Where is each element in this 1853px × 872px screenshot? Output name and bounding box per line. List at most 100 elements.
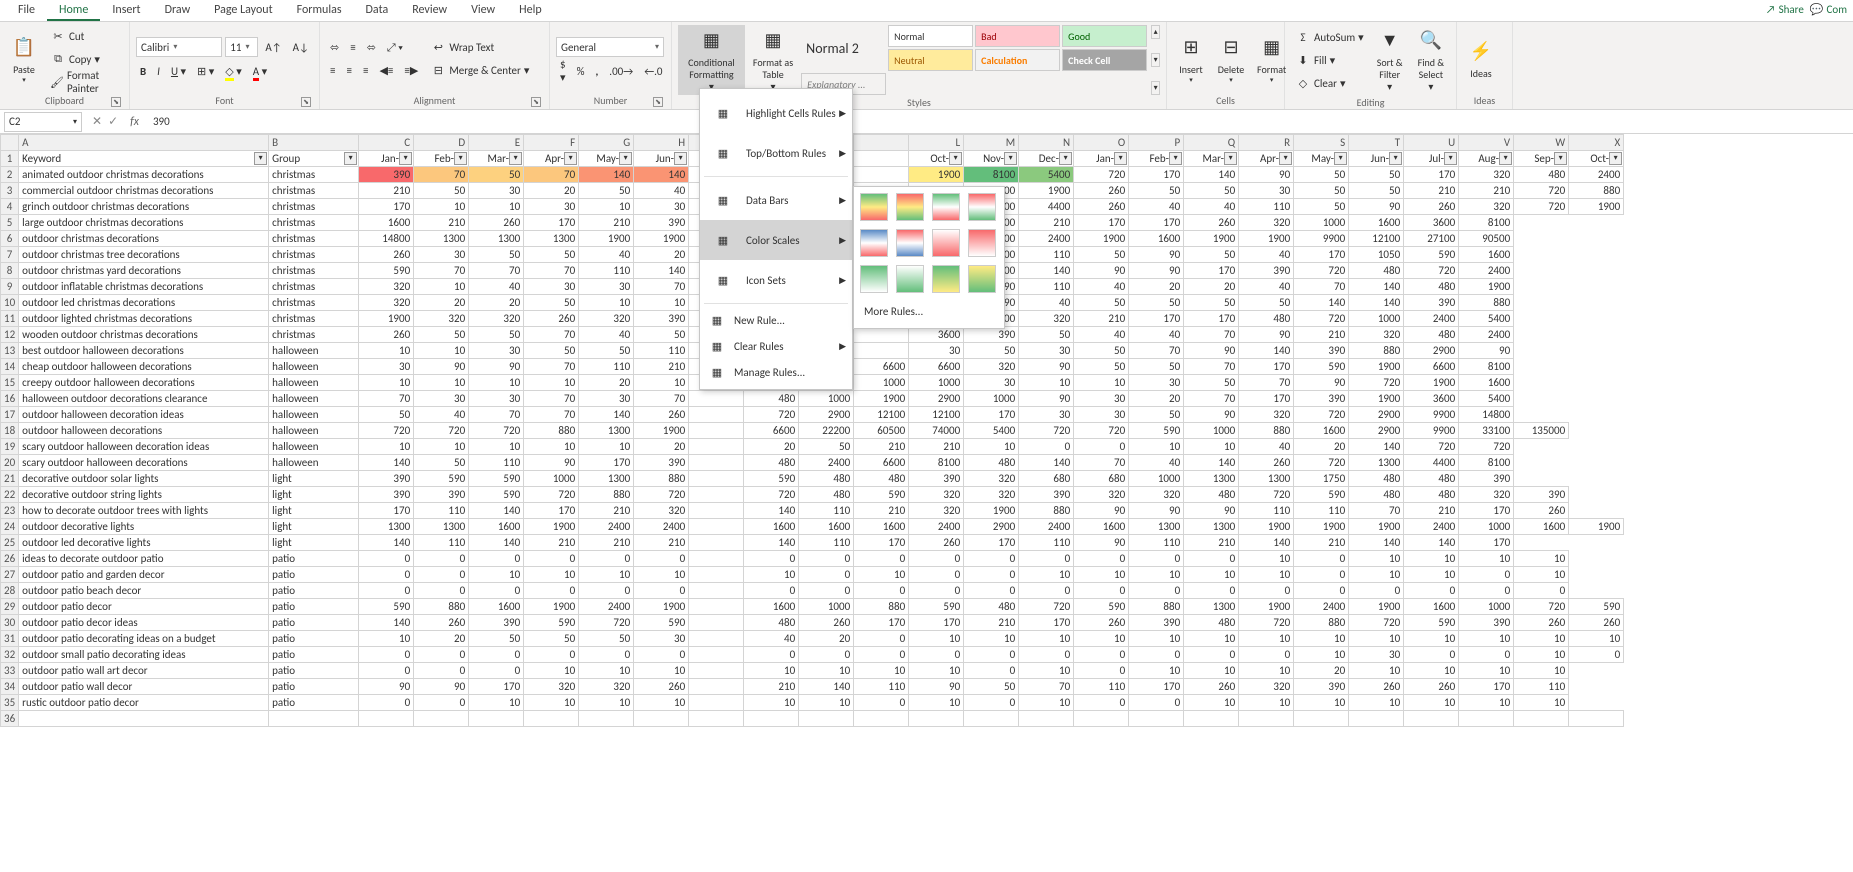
cell[interactable]: 30 (1129, 375, 1184, 391)
cell[interactable]: 210 (579, 535, 634, 551)
cell[interactable]: 140 (1294, 295, 1349, 311)
cell[interactable]: 170 (1129, 679, 1184, 695)
cell[interactable]: decorative outdoor solar lights (19, 471, 269, 487)
cell[interactable]: 720 (414, 423, 469, 439)
cell[interactable]: 40 (1074, 327, 1129, 343)
tab-insert[interactable]: Insert (100, 0, 152, 21)
cell[interactable]: 0 (359, 583, 414, 599)
bold-button[interactable]: B (136, 63, 150, 80)
cell[interactable] (1514, 711, 1569, 727)
cell[interactable]: christmas (269, 247, 359, 263)
cell[interactable]: 210 (1074, 311, 1129, 327)
cell[interactable]: 2400 (1459, 327, 1514, 343)
cell[interactable] (1569, 711, 1624, 727)
cell[interactable]: 480 (744, 391, 799, 407)
cell[interactable]: 0 (414, 551, 469, 567)
cell[interactable]: 10 (414, 199, 469, 215)
name-box[interactable]: C2▾ (4, 112, 82, 132)
cell[interactable]: 1600 (1459, 247, 1514, 263)
row-header-1[interactable]: 1 (1, 151, 19, 167)
cell[interactable]: 1900 (1294, 519, 1349, 535)
cell[interactable]: 880 (414, 599, 469, 615)
col-header-M[interactable]: M (964, 135, 1019, 151)
row-header-18[interactable]: 18 (1, 423, 19, 439)
cell[interactable]: 170 (469, 679, 524, 695)
cell[interactable]: 10 (1349, 631, 1404, 647)
field-header[interactable]: Aug-18▾ (1459, 151, 1514, 167)
cell[interactable]: 0 (359, 647, 414, 663)
cell[interactable]: 60500 (854, 423, 909, 439)
cell[interactable]: 320 (909, 503, 964, 519)
cell[interactable]: 10 (1019, 567, 1074, 583)
cell[interactable]: 480 (1514, 167, 1569, 183)
cell[interactable]: outdoor patio decorating ideas on a budg… (19, 631, 269, 647)
col-header-X[interactable]: X (1569, 135, 1624, 151)
cell[interactable]: 90 (1349, 199, 1404, 215)
cell[interactable]: 720 (1459, 439, 1514, 455)
cell[interactable]: 50 (579, 183, 634, 199)
decrease-indent-button[interactable]: ◀≡ (375, 62, 397, 79)
cell[interactable]: 210 (1294, 327, 1349, 343)
cell[interactable]: 50 (1184, 295, 1239, 311)
cell[interactable]: 50 (1129, 183, 1184, 199)
cell[interactable]: 10 (909, 663, 964, 679)
cell[interactable]: 210 (1294, 535, 1349, 551)
cell[interactable]: 10 (414, 279, 469, 295)
cell[interactable]: 2900 (964, 519, 1019, 535)
borders-button[interactable]: ⊞ ▾ (193, 63, 218, 80)
cell[interactable]: 10 (1184, 631, 1239, 647)
cell[interactable]: 1900 (1184, 231, 1239, 247)
conditional-formatting-button[interactable]: ▦ Conditional Formatting ▾ (678, 25, 745, 95)
cell[interactable]: 390 (909, 471, 964, 487)
cell[interactable]: 480 (1404, 279, 1459, 295)
cell[interactable]: 0 (1129, 583, 1184, 599)
cell[interactable]: 10 (1569, 631, 1624, 647)
cell[interactable]: 90 (909, 679, 964, 695)
cell[interactable] (689, 407, 744, 423)
scale-rw[interactable] (968, 229, 996, 257)
copy-button[interactable]: ⧉Copy ▾ (46, 49, 123, 69)
cell[interactable]: 50 (1184, 375, 1239, 391)
cell[interactable]: 2400 (1019, 231, 1074, 247)
cell[interactable]: 880 (1349, 343, 1404, 359)
cell[interactable]: 390 (359, 167, 414, 183)
styles-scroll-down[interactable]: ▾ (1151, 53, 1160, 67)
scale-ryg[interactable] (896, 193, 924, 221)
cell[interactable]: 110 (1019, 279, 1074, 295)
cell[interactable]: 20 (744, 439, 799, 455)
cell[interactable] (634, 711, 689, 727)
cell[interactable]: 90 (1184, 503, 1239, 519)
cell[interactable]: 20 (414, 295, 469, 311)
cell[interactable]: 1900 (1459, 279, 1514, 295)
cell[interactable] (689, 391, 744, 407)
cell[interactable]: 0 (579, 551, 634, 567)
cell[interactable]: 10 (524, 695, 579, 711)
cell[interactable]: 70 (414, 167, 469, 183)
cell[interactable]: 590 (359, 263, 414, 279)
cell[interactable]: 1300 (1129, 519, 1184, 535)
cell[interactable]: 2400 (1019, 519, 1074, 535)
data-bars-item[interactable]: ▦Data Bars▶ (700, 180, 852, 220)
row-header-2[interactable]: 2 (1, 167, 19, 183)
cell[interactable]: 10 (469, 375, 524, 391)
cell[interactable]: 50 (1129, 407, 1184, 423)
cell[interactable]: 30 (1019, 407, 1074, 423)
cell[interactable]: 1900 (634, 231, 689, 247)
percent-button[interactable]: % (573, 63, 589, 80)
col-header-R[interactable]: R (1239, 135, 1294, 151)
cell[interactable]: 720 (1294, 311, 1349, 327)
cell[interactable]: 140 (469, 503, 524, 519)
filter-button[interactable]: ▾ (454, 152, 467, 165)
cell[interactable]: 0 (964, 663, 1019, 679)
cell[interactable]: 10 (1184, 439, 1239, 455)
cell[interactable]: 390 (469, 615, 524, 631)
cell[interactable]: 1900 (1074, 231, 1129, 247)
cell[interactable]: 140 (579, 407, 634, 423)
cell[interactable]: 10 (1404, 695, 1459, 711)
cell[interactable]: 320 (1019, 311, 1074, 327)
icon-sets-item[interactable]: ▦Icon Sets▶ (700, 260, 852, 300)
cell[interactable]: 110 (854, 679, 909, 695)
cell[interactable]: 880 (1239, 423, 1294, 439)
new-rule-item[interactable]: ▦New Rule... (700, 307, 852, 333)
align-middle-button[interactable]: ≡ (346, 39, 359, 56)
